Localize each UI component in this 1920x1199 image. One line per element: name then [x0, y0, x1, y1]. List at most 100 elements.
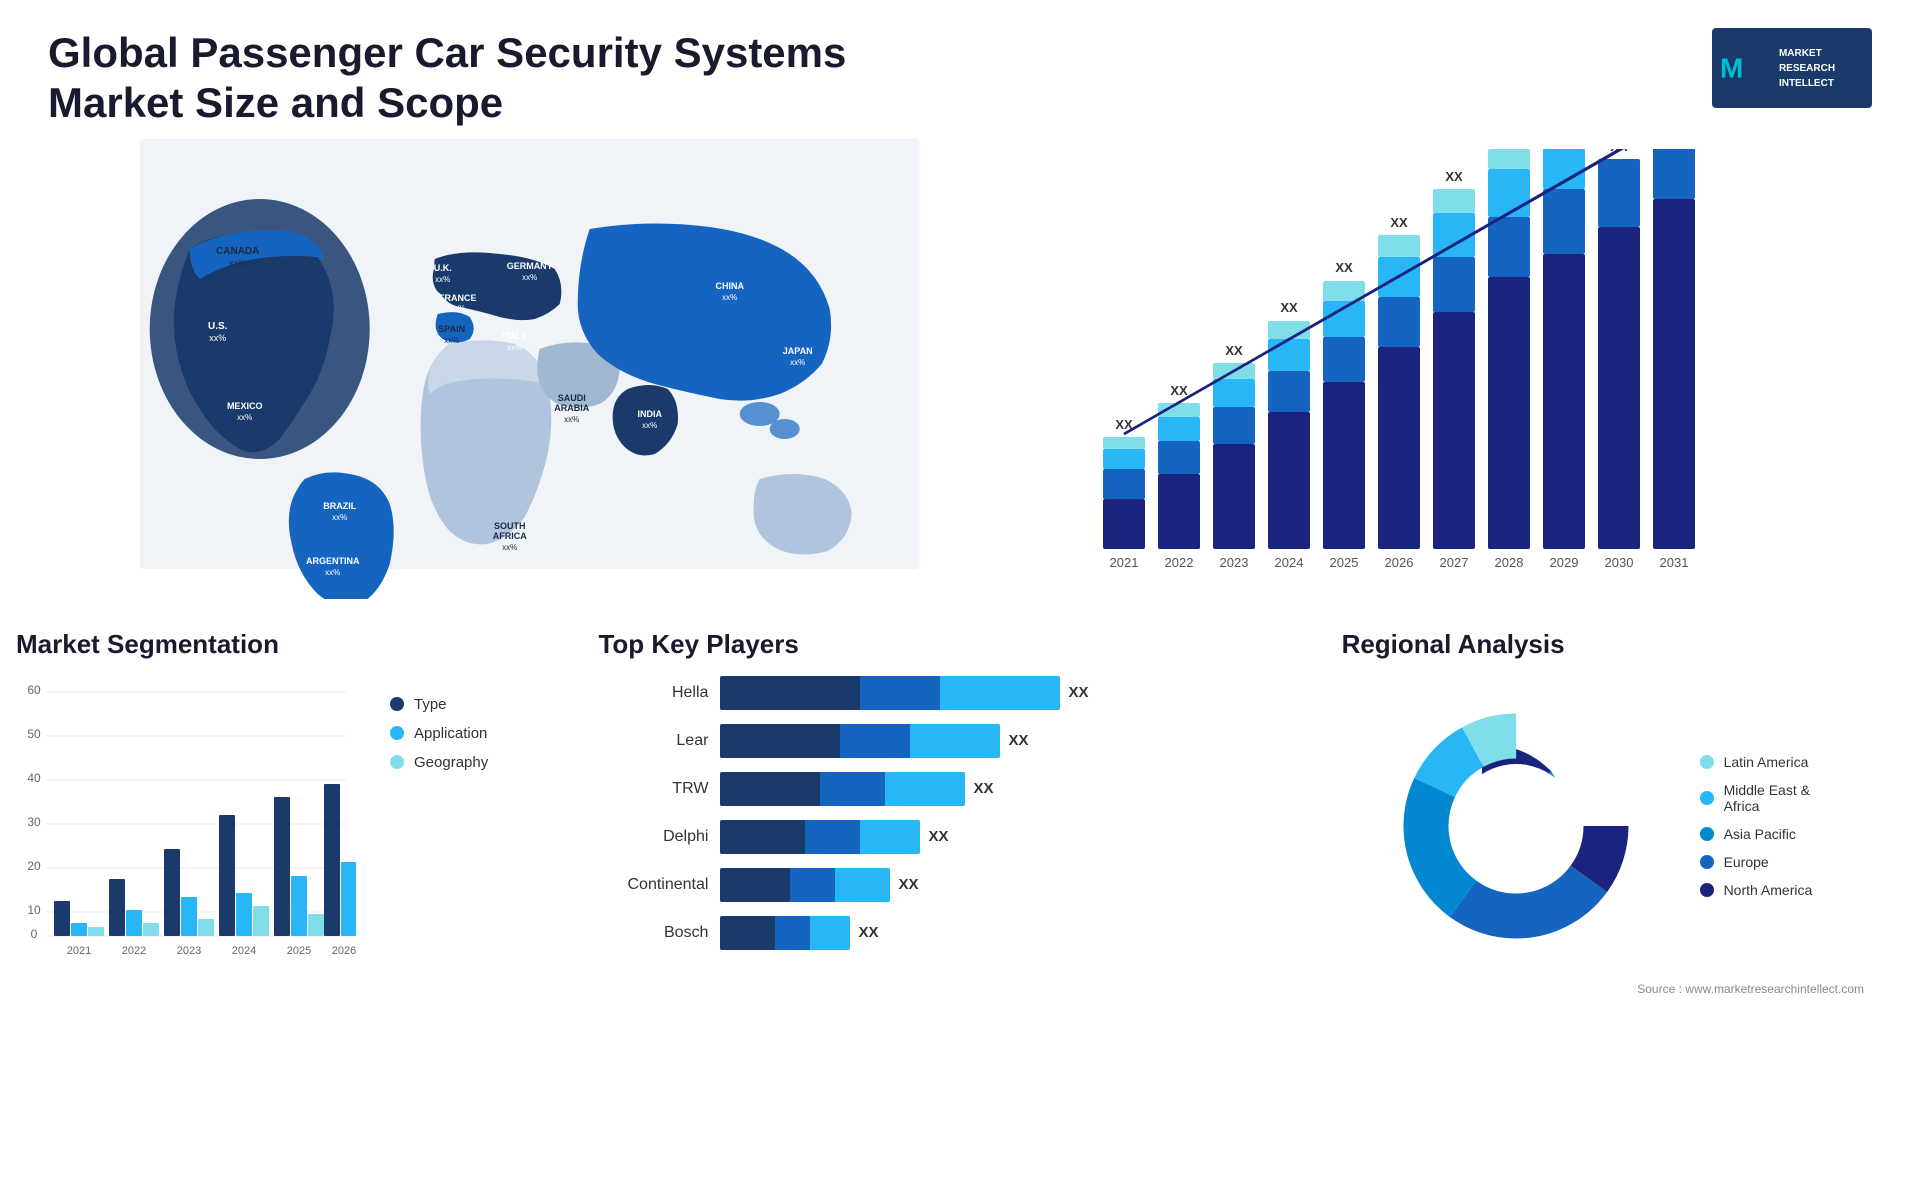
player-name-trw: TRW — [598, 780, 708, 798]
legend-geography: Geography — [390, 754, 488, 771]
player-bar-continental: XX — [720, 868, 1321, 902]
europe-label: Europe — [1724, 854, 1769, 870]
svg-text:xx%: xx% — [237, 413, 252, 422]
donut-legend: Latin America Middle East &Africa Asia P… — [1700, 754, 1813, 898]
svg-text:INDIA: INDIA — [637, 409, 662, 419]
svg-text:U.K.: U.K. — [434, 263, 452, 273]
segmentation-section: Market Segmentation 60 50 40 30 20 10 0 — [16, 629, 578, 1199]
svg-text:2026: 2026 — [332, 945, 356, 957]
player-trw: TRW XX — [598, 772, 1321, 806]
player-bar-visual-lear — [720, 724, 1000, 758]
player-bar-delphi: XX — [720, 820, 1321, 854]
apac-dot — [1700, 827, 1714, 841]
app-legend-label: Application — [414, 725, 487, 742]
svg-text:40: 40 — [27, 771, 41, 785]
growth-chart-svg: XX 2021 XX 2022 XX — [1083, 149, 1733, 579]
donut-hole — [1454, 764, 1578, 888]
svg-text:2025: 2025 — [287, 945, 311, 957]
donut-chart-proper — [1366, 676, 1666, 976]
svg-text:xx%: xx% — [450, 304, 465, 313]
apac-label: Asia Pacific — [1724, 826, 1796, 842]
legend-europe: Europe — [1700, 854, 1813, 870]
svg-text:XX: XX — [1171, 383, 1189, 398]
player-xx-lear: XX — [1008, 732, 1028, 749]
svg-text:GERMANY: GERMANY — [507, 261, 553, 271]
svg-text:SAUDI: SAUDI — [558, 393, 586, 403]
svg-text:ITALY: ITALY — [502, 331, 527, 341]
latam-label: Latin America — [1724, 754, 1809, 770]
svg-text:2029: 2029 — [1550, 555, 1579, 570]
growth-chart-section: XX 2021 XX 2022 XX — [1063, 139, 1904, 619]
svg-text:xx%: xx% — [564, 415, 579, 424]
svg-text:2027: 2027 — [1440, 555, 1469, 570]
svg-text:SPAIN: SPAIN — [438, 324, 465, 334]
geo-legend-label: Geography — [414, 754, 488, 771]
svg-text:xx%: xx% — [522, 273, 537, 282]
svg-text:ARGENTINA: ARGENTINA — [306, 556, 360, 566]
app-legend-dot — [390, 726, 404, 740]
regional-title: Regional Analysis — [1342, 629, 1904, 660]
legend-application: Application — [390, 725, 488, 742]
svg-text:2021: 2021 — [1110, 555, 1139, 570]
player-continental: Continental XX — [598, 868, 1321, 902]
legend-apac: Asia Pacific — [1700, 826, 1813, 842]
players-section: Top Key Players Hella XX Lear — [598, 629, 1321, 1199]
svg-text:CHINA: CHINA — [715, 281, 744, 291]
player-bar-lear: XX — [720, 724, 1321, 758]
player-delphi: Delphi XX — [598, 820, 1321, 854]
regional-section: Regional Analysis — [1342, 629, 1904, 1199]
player-name-bosch: Bosch — [598, 924, 708, 942]
svg-text:2022: 2022 — [1165, 555, 1194, 570]
geo-legend-dot — [390, 755, 404, 769]
player-bar-hella: XX — [720, 676, 1321, 710]
type-legend-dot — [390, 697, 404, 711]
svg-text:xx%: xx% — [229, 258, 246, 268]
svg-text:U.S.: U.S. — [208, 321, 228, 332]
svg-text:2024: 2024 — [1275, 555, 1304, 570]
svg-text:2031: 2031 — [1660, 555, 1689, 570]
svg-text:xx%: xx% — [435, 275, 450, 284]
na-label: North America — [1724, 882, 1813, 898]
player-bosch: Bosch XX — [598, 916, 1321, 950]
page-header: Global Passenger Car Security Systems Ma… — [0, 0, 1920, 139]
svg-text:xx%: xx% — [507, 343, 522, 352]
svg-text:xx%: xx% — [642, 421, 657, 430]
world-map: CANADA xx% U.S. xx% MEXICO xx% BRAZIL xx… — [16, 139, 1043, 599]
type-legend-label: Type — [414, 696, 447, 713]
player-xx-bosch: XX — [858, 924, 878, 941]
svg-text:0: 0 — [31, 927, 38, 941]
logo-m-icon: M — [1720, 48, 1743, 87]
player-bar-trw: XX — [720, 772, 1321, 806]
latam-dot — [1700, 755, 1714, 769]
player-xx-hella: XX — [1068, 684, 1088, 701]
svg-text:2023: 2023 — [177, 945, 201, 957]
player-lear: Lear XX — [598, 724, 1321, 758]
svg-text:ARABIA: ARABIA — [554, 403, 589, 413]
player-name-hella: Hella — [598, 684, 708, 702]
svg-text:20: 20 — [27, 859, 41, 873]
svg-text:XX: XX — [1391, 215, 1409, 230]
mea-label: Middle East &Africa — [1724, 782, 1810, 814]
svg-text:xx%: xx% — [325, 568, 340, 577]
logo-text: MARKET RESEARCH INTELLECT — [1779, 46, 1835, 91]
segmentation-chart: 60 50 40 30 20 10 0 — [16, 676, 356, 966]
player-bar-visual-continental — [720, 868, 890, 902]
svg-text:XX: XX — [1226, 343, 1244, 358]
mea-dot — [1700, 791, 1714, 805]
logo-area: M MARKET RESEARCH INTELLECT — [1712, 28, 1872, 108]
player-bar-visual-bosch — [720, 916, 850, 950]
bottom-row: Market Segmentation 60 50 40 30 20 10 0 — [0, 619, 1920, 1199]
svg-text:2028: 2028 — [1495, 555, 1524, 570]
svg-text:xx%: xx% — [332, 513, 347, 522]
svg-text:2026: 2026 — [1385, 555, 1414, 570]
svg-text:XX: XX — [1336, 260, 1354, 275]
player-name-continental: Continental — [598, 876, 708, 894]
player-xx-trw: XX — [973, 780, 993, 797]
na-dot — [1700, 883, 1714, 897]
player-bar-visual-delphi — [720, 820, 920, 854]
legend-type: Type — [390, 696, 488, 713]
svg-text:50: 50 — [27, 727, 41, 741]
legend-mea: Middle East &Africa — [1700, 782, 1813, 814]
legend-north-america: North America — [1700, 882, 1813, 898]
svg-text:SOUTH: SOUTH — [494, 521, 526, 531]
